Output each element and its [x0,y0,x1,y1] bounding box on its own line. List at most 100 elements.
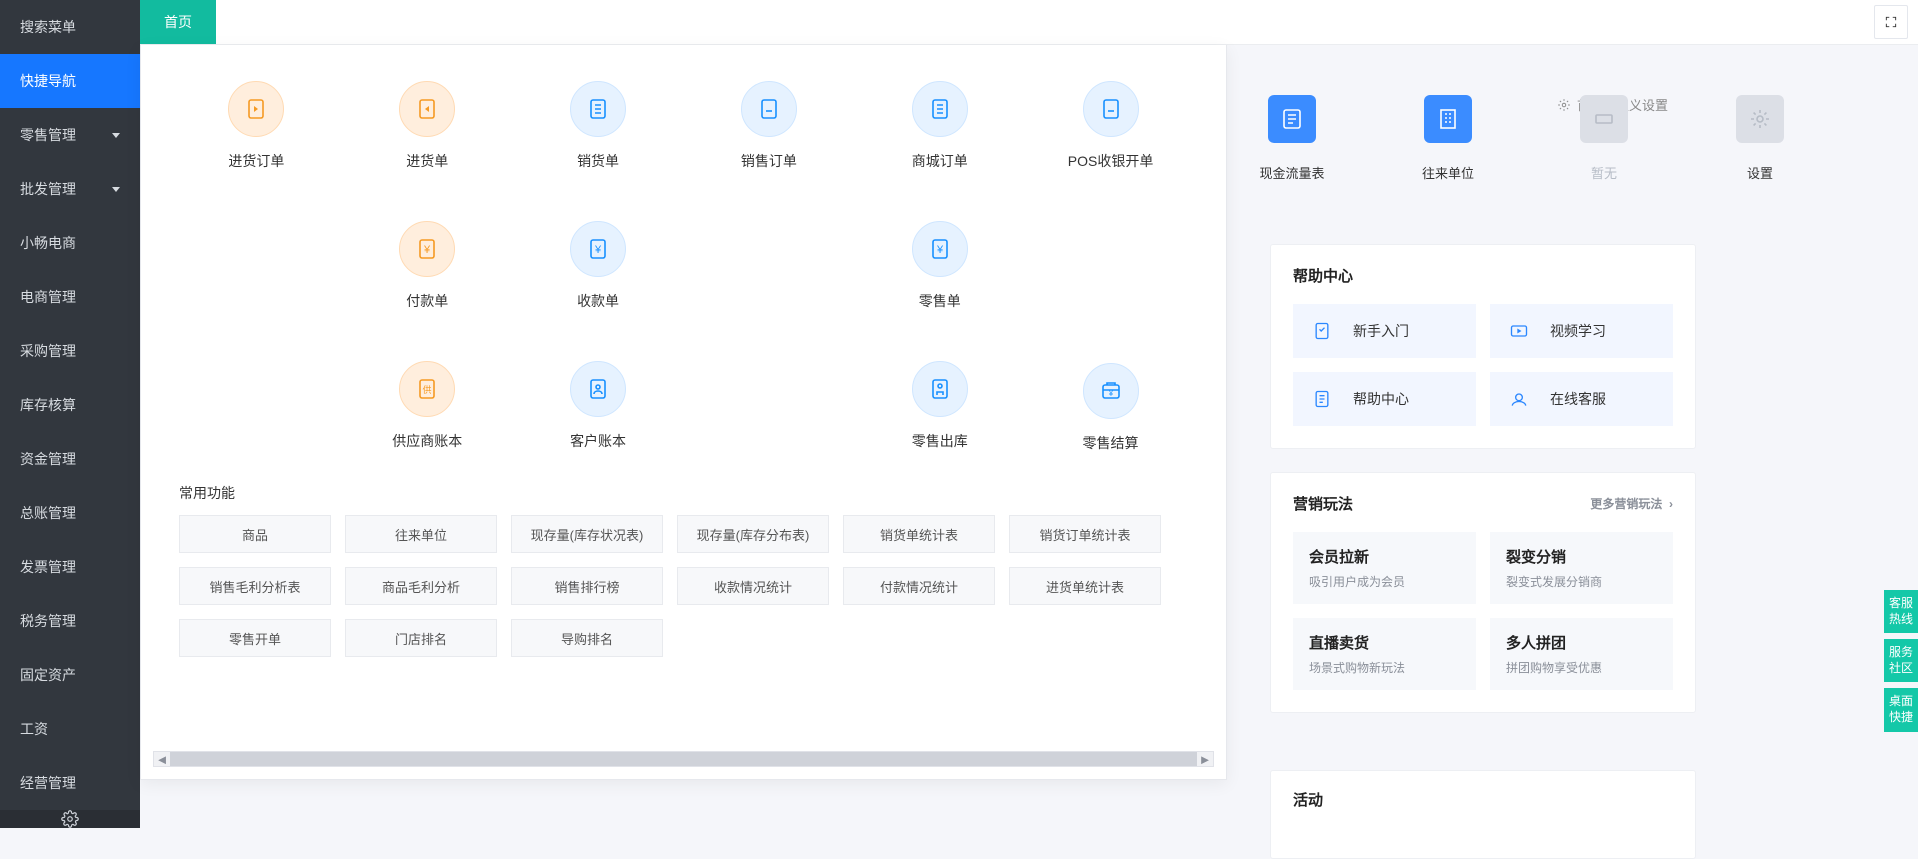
common-btn-sales-gross[interactable]: 销售毛利分析表 [179,567,331,605]
flow-node-mall-order[interactable]: 商城订单 [912,81,968,171]
float-cs-hotline[interactable]: 客服热线 [1884,590,1918,633]
sidebar-item-fixed-assets[interactable]: 固定资产 [0,648,140,702]
sidebar-item-label: 搜索菜单 [20,17,76,37]
common-btn-stock-status[interactable]: 现存量(库存状况表) [511,515,663,553]
float-service-community[interactable]: 服务社区 [1884,639,1918,682]
clipboard-icon [1312,321,1332,341]
panel-help-center: 帮助中心 新手入门 视频学习 帮助中心 在线客服 [1270,244,1696,449]
shortcut-partner[interactable]: 往来单位 [1393,95,1503,182]
scroll-right-arrow[interactable]: ► [1197,752,1213,766]
fullscreen-button[interactable] [1874,5,1908,39]
sidebar-item-xiaochangec[interactable]: 小畅电商 [0,216,140,270]
svg-text:¥: ¥ [1107,389,1113,398]
node-label: 供应商账本 [392,431,462,451]
doc-icon [1099,97,1123,121]
sidebar-item-search-menu[interactable]: 搜索菜单 [0,0,140,54]
supplier-icon: 供 [415,377,439,401]
money-icon: ¥ [415,237,439,261]
sidebar-item-inventory[interactable]: 库存核算 [0,378,140,432]
common-btn-product-gross[interactable]: 商品毛利分析 [345,567,497,605]
flow-row-1: 进货订单 进货单 ¥ 付款单 供 供应商账本 销货单 [161,81,1206,453]
panel-title-text: 帮助中心 [1293,265,1353,286]
flow-node-sales-bill[interactable]: 销货单 [570,81,626,171]
flow-node-retail-outbound[interactable]: 零售出库 [912,361,968,451]
tab-home[interactable]: 首页 [140,0,216,44]
panel-marketing: 营销玩法 更多营销玩法 › 会员拉新 吸引用户成为会员 裂变分销 裂变式发展分销… [1270,472,1696,713]
market-card-live[interactable]: 直播卖货 场景式购物新玩法 [1293,618,1476,690]
sidebar-settings-button[interactable] [0,810,140,828]
flow-node-sales-order[interactable]: 销售订单 [741,81,797,171]
help-item-online-cs[interactable]: 在线客服 [1490,372,1673,426]
floating-right-buttons: 客服热线 服务社区 桌面快捷 [1884,590,1918,732]
help-item-beginner[interactable]: 新手入门 [1293,304,1476,358]
flow-node-purchase-order[interactable]: 进货订单 [228,81,284,171]
sidebar-item-ledger-mgmt[interactable]: 总账管理 [0,486,140,540]
marketing-more-link[interactable]: 更多营销玩法 › [1590,495,1673,512]
card-title: 裂变分销 [1506,546,1657,567]
shortcut-row: 现金流量表 往来单位 暂无 设置 [1237,95,1815,182]
common-btn-receipt-stat[interactable]: 收款情况统计 [677,567,829,605]
flow-node-supplier-ledger[interactable]: 供 供应商账本 [392,361,462,451]
placeholder-icon [1592,107,1616,131]
common-btn-guide-rank[interactable]: 导购排名 [511,619,663,657]
shortcut-empty[interactable]: 暂无 [1549,95,1659,182]
card-subtitle: 场景式购物新玩法 [1309,659,1460,676]
sidebar-item-ecommerce-mgmt[interactable]: 电商管理 [0,270,140,324]
expand-icon [1884,15,1898,29]
float-desktop-shortcut[interactable]: 桌面快捷 [1884,688,1918,731]
common-functions-title: 常用功能 [179,483,1206,503]
node-label: 进货单 [406,151,448,171]
gear-icon [61,810,79,828]
flow-node-payment-bill[interactable]: ¥ 付款单 [399,221,455,311]
common-btn-partner[interactable]: 往来单位 [345,515,497,553]
help-item-label: 帮助中心 [1353,389,1409,409]
flow-node-receipt-bill[interactable]: ¥ 收款单 [570,221,626,311]
market-card-fission[interactable]: 裂变分销 裂变式发展分销商 [1490,532,1673,604]
sidebar-item-retail-mgmt[interactable]: 零售管理 [0,108,140,162]
common-btn-purchase-bill-stat[interactable]: 进货单统计表 [1009,567,1161,605]
shortcut-cashflow[interactable]: 现金流量表 [1237,95,1347,182]
help-item-help-center[interactable]: 帮助中心 [1293,372,1476,426]
sidebar-item-operation-mgmt[interactable]: 经营管理 [0,756,140,810]
flow-node-purchase-bill[interactable]: 进货单 [399,81,455,171]
doc-icon [1312,389,1332,409]
scroll-left-arrow[interactable]: ◄ [154,752,170,766]
flow-node-customer-ledger[interactable]: 客户账本 [570,361,626,451]
common-btn-store-rank[interactable]: 门店排名 [345,619,497,657]
scroll-track[interactable] [170,752,1197,766]
node-label: 进货订单 [228,151,284,171]
flow-node-pos-cashier[interactable]: POS收银开单 [1068,81,1154,171]
card-title: 会员拉新 [1309,546,1460,567]
common-btn-sales-order-stat[interactable]: 销货订单统计表 [1009,515,1161,553]
sidebar-item-tax-mgmt[interactable]: 税务管理 [0,594,140,648]
common-btn-product[interactable]: 商品 [179,515,331,553]
sidebar-item-wholesale-mgmt[interactable]: 批发管理 [0,162,140,216]
common-btn-stock-dist[interactable]: 现存量(库存分布表) [677,515,829,553]
sidebar-item-label: 快捷导航 [20,71,76,91]
common-btn-retail-open[interactable]: 零售开单 [179,619,331,657]
market-card-member[interactable]: 会员拉新 吸引用户成为会员 [1293,532,1476,604]
sidebar-item-invoice-mgmt[interactable]: 发票管理 [0,540,140,594]
sidebar-item-label: 采购管理 [20,341,76,361]
shortcut-settings[interactable]: 设置 [1705,95,1815,182]
flow-node-retail-settle[interactable]: ¥ 零售结算 [1083,363,1139,453]
card-title: 多人拼团 [1506,632,1657,653]
node-label: 销售订单 [741,151,797,171]
flyout-scrollbar[interactable]: ◄ ► [153,751,1214,767]
node-label: 客户账本 [570,431,626,451]
market-card-group[interactable]: 多人拼团 拼团购物享受优惠 [1490,618,1673,690]
chevron-down-icon [112,133,120,138]
sidebar-item-fund-mgmt[interactable]: 资金管理 [0,432,140,486]
sidebar-item-purchase-mgmt[interactable]: 采购管理 [0,324,140,378]
sidebar-item-salary[interactable]: 工资 [0,702,140,756]
common-btn-payment-stat[interactable]: 付款情况统计 [843,567,995,605]
common-btn-sales-rank[interactable]: 销售排行榜 [511,567,663,605]
node-label: 零售出库 [912,431,968,451]
flow-node-retail-bill[interactable]: ¥ 零售单 [912,221,968,311]
help-item-video[interactable]: 视频学习 [1490,304,1673,358]
video-icon [1509,321,1529,341]
node-label: 零售单 [919,291,961,311]
common-btn-sales-bill-stat[interactable]: 销货单统计表 [843,515,995,553]
quick-nav-flyout: 进货订单 进货单 ¥ 付款单 供 供应商账本 销货单 [140,45,1227,780]
sidebar-item-quick-nav[interactable]: 快捷导航 [0,54,140,108]
